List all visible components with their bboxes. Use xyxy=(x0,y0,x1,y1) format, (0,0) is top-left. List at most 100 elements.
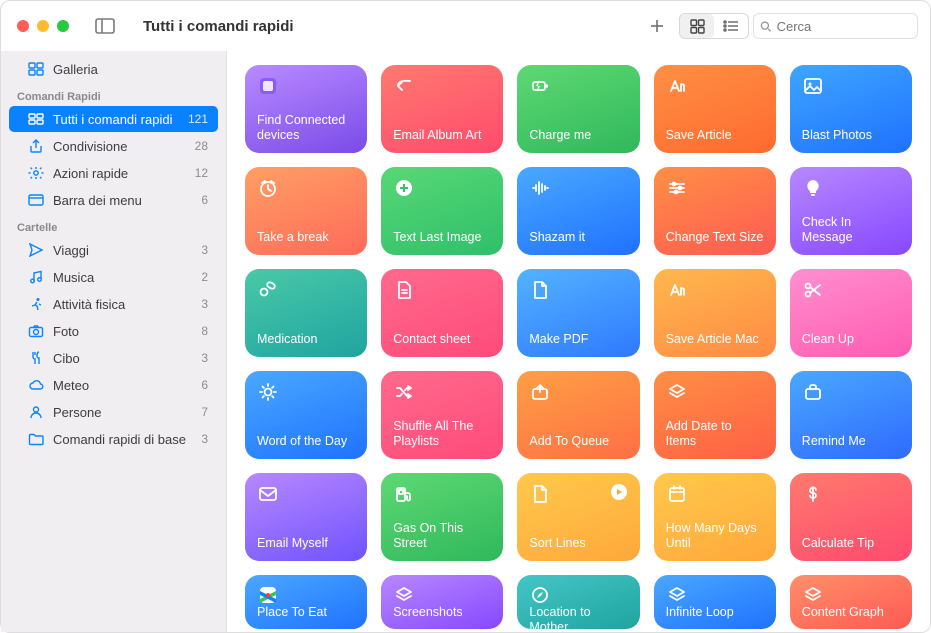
shortcut-tile-label: Save Article Mac xyxy=(666,332,764,347)
shortcut-tile-label: Location to Mother xyxy=(529,605,627,632)
sidebar-item-viaggi[interactable]: Viaggi 3 xyxy=(9,237,218,263)
shortcut-tile[interactable]: Email Album Art xyxy=(381,65,503,153)
shortcut-tile[interactable]: Screenshots xyxy=(381,575,503,629)
shortcut-tile[interactable]: Remind Me xyxy=(790,371,912,459)
search-field[interactable] xyxy=(753,13,918,39)
search-input[interactable] xyxy=(777,19,911,34)
sidebar-item-cibo[interactable]: Cibo 3 xyxy=(9,345,218,371)
shortcut-tile[interactable]: Blast Photos xyxy=(790,65,912,153)
wave-icon xyxy=(529,177,551,199)
shortcut-tile[interactable]: Find Connected devices xyxy=(245,65,367,153)
shortcut-tile[interactable]: Contact sheet xyxy=(381,269,503,357)
layers-icon xyxy=(802,585,824,605)
shortcut-tile[interactable]: Shazam it xyxy=(517,167,639,255)
shortcut-tile[interactable]: Email Myself xyxy=(245,473,367,561)
compass-icon xyxy=(529,585,551,605)
list-view-button[interactable] xyxy=(714,14,748,38)
sidebar-item-label: Meteo xyxy=(53,378,192,393)
sidebar-item-barra-dei-menu[interactable]: Barra dei menu 6 xyxy=(9,187,218,213)
shortcut-tile-label: Word of the Day xyxy=(257,434,355,449)
font-icon xyxy=(666,75,688,97)
window-controls xyxy=(1,20,83,32)
sidebar-item-count: 3 xyxy=(201,243,208,257)
shortcut-tile[interactable]: Medication xyxy=(245,269,367,357)
sidebar-item-musica[interactable]: Musica 2 xyxy=(9,264,218,290)
shortcut-tile[interactable]: Take a break xyxy=(245,167,367,255)
app-icon xyxy=(257,75,279,97)
sidebar-item-galleria[interactable]: Galleria xyxy=(9,56,218,82)
shortcut-tile[interactable]: Infinite Loop xyxy=(654,575,776,629)
sidebar-item-count: 8 xyxy=(201,324,208,338)
search-icon xyxy=(760,20,772,33)
shortcuts-grid: Find Connected devices Email Album Art C… xyxy=(245,65,912,629)
shortcut-tile[interactable]: Gas On This Street xyxy=(381,473,503,561)
sidebar-item-meteo[interactable]: Meteo 6 xyxy=(9,372,218,398)
shortcut-tile[interactable]: How Many Days Until xyxy=(654,473,776,561)
sidebar-toggle-button[interactable] xyxy=(95,18,115,34)
shortcut-tile[interactable]: Calculate Tip xyxy=(790,473,912,561)
sidebar-item-label: Condivisione xyxy=(53,139,186,154)
sidebar-item-azioni-rapide[interactable]: Azioni rapide 12 xyxy=(9,160,218,186)
add-shortcut-button[interactable] xyxy=(639,13,675,39)
shortcut-tile-label: Check In Message xyxy=(802,215,900,245)
shortcut-tile-label: Infinite Loop xyxy=(666,605,764,620)
grid-icon xyxy=(27,62,44,76)
pump-icon xyxy=(393,483,415,505)
shortcut-tile[interactable]: Content Graph xyxy=(790,575,912,629)
sidebar-item-attivit-fisica[interactable]: Attività fisica 3 xyxy=(9,291,218,317)
run-icon xyxy=(27,297,44,311)
sidebar-item-comandi-rapidi-di-base[interactable]: Comandi rapidi di base 3 xyxy=(9,426,218,452)
shortcut-tile-label: Remind Me xyxy=(802,434,900,449)
shortcut-tile[interactable]: Shuffle All The Playlists xyxy=(381,371,503,459)
sidebar-item-count: 2 xyxy=(201,270,208,284)
pills-icon xyxy=(257,279,279,301)
shortcut-tile-label: Content Graph xyxy=(802,605,900,620)
sidebar-item-foto[interactable]: Foto 8 xyxy=(9,318,218,344)
sidebar-item-tutti-i-comandi-rapidi[interactable]: Tutti i comandi rapidi 121 xyxy=(9,106,218,132)
shortcut-tile[interactable]: Text Last Image xyxy=(381,167,503,255)
shortcut-tile[interactable]: Check In Message xyxy=(790,167,912,255)
sidebar-item-label: Foto xyxy=(53,324,192,339)
sidebar-item-label: Tutti i comandi rapidi xyxy=(53,112,179,127)
camera-icon xyxy=(27,324,44,338)
box-icon xyxy=(529,381,551,403)
shortcut-tile[interactable]: Word of the Day xyxy=(245,371,367,459)
shortcut-tile-label: Calculate Tip xyxy=(802,536,900,551)
sidebar-item-persone[interactable]: Persone 7 xyxy=(9,399,218,425)
shortcut-tile[interactable]: Clean Up xyxy=(790,269,912,357)
shortcut-tile-label: How Many Days Until xyxy=(666,521,764,551)
shortcut-tile[interactable]: Location to Mother xyxy=(517,575,639,629)
layers-icon xyxy=(666,585,688,605)
shortcut-tile-label: Medication xyxy=(257,332,355,347)
sidebar-item-label: Galleria xyxy=(53,62,208,77)
shortcut-tile[interactable]: Sort Lines xyxy=(517,473,639,561)
tiles-icon xyxy=(27,112,44,126)
shortcut-tile[interactable]: Make PDF xyxy=(517,269,639,357)
close-window-button[interactable] xyxy=(17,20,29,32)
minimize-window-button[interactable] xyxy=(37,20,49,32)
shortcut-tile[interactable]: Change Text Size xyxy=(654,167,776,255)
shortcut-tile-label: Change Text Size xyxy=(666,230,764,245)
shortcut-tile[interactable]: Place To Eat xyxy=(245,575,367,629)
reply-icon xyxy=(393,75,415,97)
sidebar-item-label: Barra dei menu xyxy=(53,193,192,208)
shortcut-tile[interactable]: Charge me xyxy=(517,65,639,153)
fullscreen-window-button[interactable] xyxy=(57,20,69,32)
grid-view-button[interactable] xyxy=(680,14,714,38)
play-icon xyxy=(610,483,628,501)
shortcut-tile-label: Shuffle All The Playlists xyxy=(393,419,491,449)
shortcut-tile[interactable]: Save Article xyxy=(654,65,776,153)
maps-icon xyxy=(257,585,279,605)
sidebar-item-count: 6 xyxy=(201,193,208,207)
shortcut-tile[interactable]: Add Date to Items xyxy=(654,371,776,459)
page-icon xyxy=(529,483,551,505)
sidebar-item-condivisione[interactable]: Condivisione 28 xyxy=(9,133,218,159)
sidebar-section-header: Comandi Rapidi xyxy=(1,83,226,105)
dollar-icon xyxy=(802,483,824,505)
shortcut-tile[interactable]: Save Article Mac xyxy=(654,269,776,357)
toolbar: Tutti i comandi rapidi xyxy=(1,1,930,51)
shortcut-tile[interactable]: Add To Queue xyxy=(517,371,639,459)
music-icon xyxy=(27,270,44,284)
page-icon xyxy=(529,279,551,301)
shortcut-tile-label: Sort Lines xyxy=(529,536,627,551)
